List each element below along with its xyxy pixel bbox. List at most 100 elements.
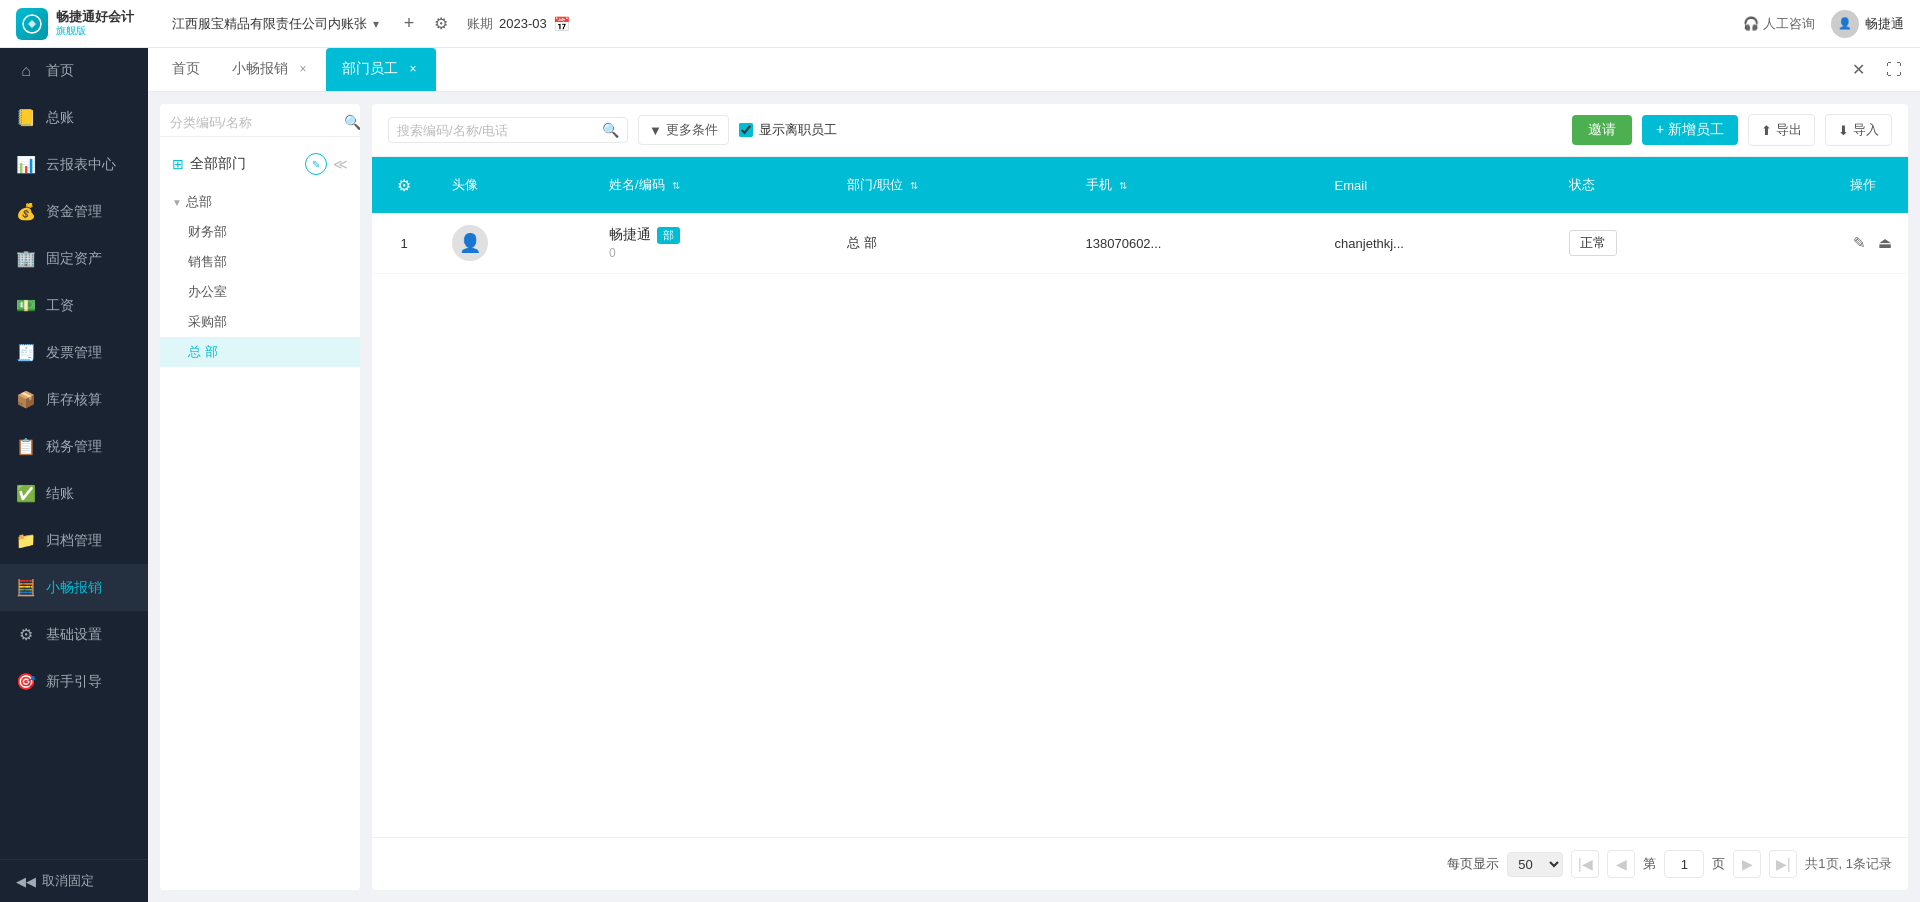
sidebar-item-guide[interactable]: 🎯 新手引导 (0, 658, 148, 705)
dept-child-purchase[interactable]: 采购部 (160, 307, 360, 337)
sidebar-item-expense[interactable]: 🧮 小畅报销 (0, 564, 148, 611)
top-header: 畅捷通好会计 旗舰版 江西服宝精品有限责任公司内账张 ▾ + ⚙ 账期 2023… (0, 0, 1920, 48)
sidebar-label-expense: 小畅报销 (46, 579, 102, 597)
export-icon: ⬆ (1761, 123, 1772, 138)
main-layout: ⌂ 首页 📒 总账 📊 云报表中心 💰 资金管理 🏢 固定资产 💵 工资 🧾 发… (0, 48, 1920, 902)
user-name: 畅捷通 (1865, 15, 1904, 33)
sidebar-label-settings: 基础设置 (46, 626, 102, 644)
emp-search-input[interactable] (397, 123, 596, 138)
page-last-button[interactable]: ▶| (1769, 850, 1797, 878)
logo-sub: 旗舰版 (56, 24, 134, 38)
search-icon[interactable]: 🔍 (602, 122, 619, 138)
delete-button[interactable]: ⏏ (1878, 234, 1892, 252)
emp-table-wrapper: ⚙ 头像 姓名/编码 ⇅ 部门/职位 ⇅ (372, 157, 1908, 837)
tab-department-label: 部门员工 (342, 60, 398, 78)
sidebar-label-funds: 资金管理 (46, 203, 102, 221)
table-settings-icon[interactable]: ⚙ (388, 169, 420, 201)
import-button[interactable]: ⬇ 导入 (1825, 114, 1892, 146)
emp-toolbar: 🔍 ▼ 更多条件 显示离职员工 邀请 (372, 104, 1908, 157)
sidebar-item-settings[interactable]: ⚙ 基础设置 (0, 611, 148, 658)
add-employee-label: + 新增员工 (1656, 121, 1724, 139)
logo-text: 畅捷通好会计 (56, 9, 134, 25)
sidebar-item-closing[interactable]: ✅ 结账 (0, 470, 148, 517)
sidebar-item-payroll[interactable]: 💵 工资 (0, 282, 148, 329)
tab-department[interactable]: 部门员工 × (326, 48, 436, 91)
calendar-icon[interactable]: 📅 (553, 16, 570, 32)
tab-expand-button[interactable]: ⛶ (1880, 56, 1908, 84)
dept-add-button[interactable]: ✎ (305, 153, 327, 175)
sort-icon-name: ⇅ (672, 180, 680, 191)
logo-area: 畅捷通好会计 旗舰版 (16, 8, 164, 40)
tab-expense[interactable]: 小畅报销 × (216, 48, 326, 91)
dept-child-office[interactable]: 办公室 (160, 277, 360, 307)
sidebar-item-ledger[interactable]: 📒 总账 (0, 94, 148, 141)
col-name-code[interactable]: 姓名/编码 ⇅ (593, 157, 831, 213)
row-status: 正常 (1553, 213, 1738, 274)
dept-tree: ⊞ 全部部门 ✎ ≪ ▼ 总部 财务部 (160, 137, 360, 890)
show-resigned-checkbox[interactable] (739, 123, 753, 137)
sidebar-label-home: 首页 (46, 62, 74, 80)
period-label: 账期 (467, 15, 493, 33)
sidebar-label-inventory: 库存核算 (46, 391, 102, 409)
col-avatar: 头像 (436, 157, 593, 213)
user-area[interactable]: 👤 畅捷通 (1831, 10, 1904, 38)
tab-close-all-button[interactable]: ✕ (1844, 56, 1872, 84)
dept-child-finance[interactable]: 财务部 (160, 217, 360, 247)
page-prev-button[interactable]: ◀ (1607, 850, 1635, 878)
invoices-icon: 🧾 (16, 343, 36, 362)
dept-parent-general[interactable]: ▼ 总部 (160, 187, 360, 217)
cancel-pin-label: 取消固定 (42, 872, 94, 890)
dept-collapse-icon[interactable]: ≪ (333, 156, 348, 172)
sidebar-item-funds[interactable]: 💰 资金管理 (0, 188, 148, 235)
col-phone[interactable]: 手机 ⇅ (1070, 157, 1319, 213)
invite-label: 邀请 (1588, 121, 1616, 137)
sidebar-label-reports: 云报表中心 (46, 156, 116, 174)
employee-name: 畅捷通 (609, 226, 651, 244)
row-email: chanjethkj... (1319, 213, 1553, 274)
col-dept-pos[interactable]: 部门/职位 ⇅ (831, 157, 1069, 213)
dept-search-input[interactable] (170, 115, 338, 130)
employee-avatar: 👤 (452, 225, 488, 261)
export-button[interactable]: ⬆ 导出 (1748, 114, 1815, 146)
reports-icon: 📊 (16, 155, 36, 174)
avatar: 👤 (1831, 10, 1859, 38)
company-selector[interactable]: 江西服宝精品有限责任公司内账张 ▾ (164, 11, 387, 37)
tab-home[interactable]: 首页 (156, 48, 216, 91)
page-next-button[interactable]: ▶ (1733, 850, 1761, 878)
dept-search-icon[interactable]: 🔍 (344, 114, 360, 130)
filter-button[interactable]: ▼ 更多条件 (638, 115, 729, 145)
edit-button[interactable]: ✎ (1853, 234, 1866, 252)
sidebar-item-reports[interactable]: 📊 云报表中心 (0, 141, 148, 188)
archive-icon: 📁 (16, 531, 36, 550)
sidebar-label-archive: 归档管理 (46, 532, 102, 550)
show-resigned-text: 显示离职员工 (759, 121, 837, 139)
sidebar-item-assets[interactable]: 🏢 固定资产 (0, 235, 148, 282)
dept-all-button[interactable]: ⊞ 全部部门 ✎ ≪ (160, 145, 360, 183)
dept-child-sales[interactable]: 销售部 (160, 247, 360, 277)
sidebar-item-inventory[interactable]: 📦 库存核算 (0, 376, 148, 423)
employee-badge: 部 (657, 227, 680, 244)
assets-icon: 🏢 (16, 249, 36, 268)
invite-button[interactable]: 邀请 (1572, 115, 1632, 145)
sidebar-item-archive[interactable]: 📁 归档管理 (0, 517, 148, 564)
support-button[interactable]: 🎧 人工咨询 (1743, 15, 1815, 33)
page-first-button[interactable]: |◀ (1571, 850, 1599, 878)
sidebar-item-home[interactable]: ⌂ 首页 (0, 48, 148, 94)
dept-child-hq[interactable]: 总 部 (160, 337, 360, 367)
header-settings-icon[interactable]: ⚙ (427, 10, 455, 38)
per-page-select[interactable]: 50 20 100 (1507, 852, 1563, 877)
row-name-code: 畅捷通 部 0 (593, 213, 831, 274)
add-employee-button[interactable]: + 新增员工 (1642, 115, 1738, 145)
page-number-input[interactable] (1664, 850, 1704, 878)
sidebar-label-guide: 新手引导 (46, 673, 102, 691)
sidebar-item-tax[interactable]: 📋 税务管理 (0, 423, 148, 470)
period-value: 2023-03 (499, 16, 547, 31)
row-index: 1 (372, 213, 436, 274)
add-tab-button[interactable]: + (395, 10, 423, 38)
cancel-pin-button[interactable]: ◀◀ 取消固定 (16, 872, 132, 890)
per-page-label: 每页显示 (1447, 855, 1499, 873)
tab-department-close[interactable]: × (406, 62, 420, 76)
tab-expense-close[interactable]: × (296, 62, 310, 76)
sidebar-item-invoices[interactable]: 🧾 发票管理 (0, 329, 148, 376)
page-label: 第 (1643, 855, 1656, 873)
